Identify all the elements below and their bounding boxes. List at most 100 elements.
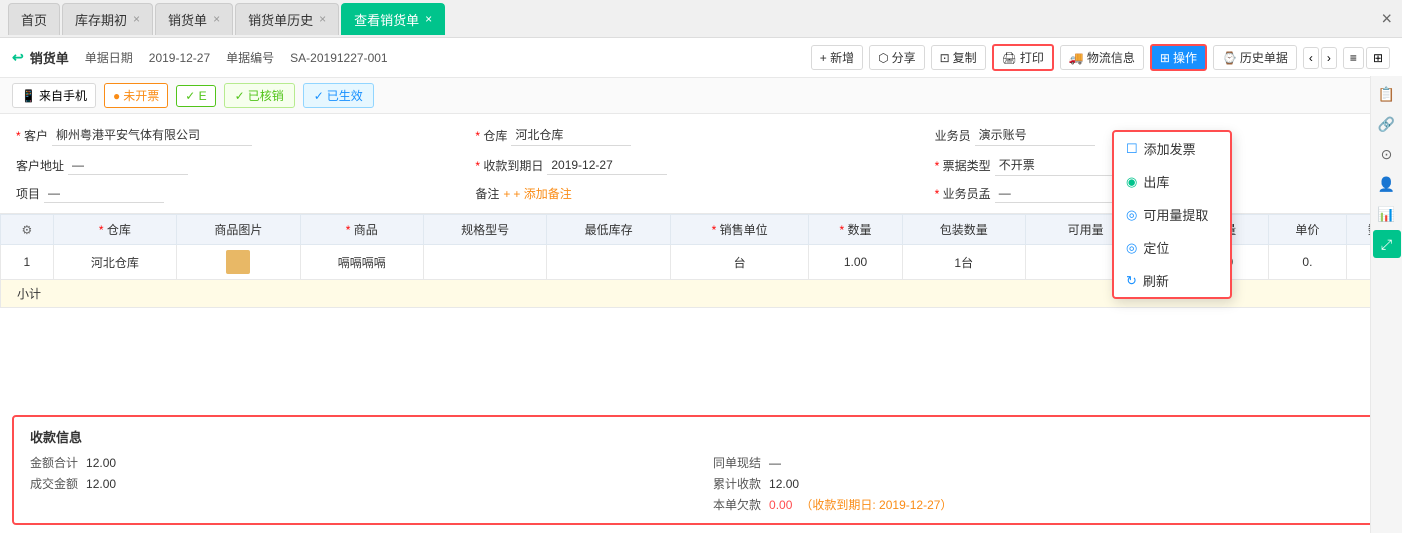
share-button[interactable]: ⬡ 分享	[869, 45, 925, 70]
plus-icon: +	[503, 187, 510, 201]
available-extract-item[interactable]: ◎ 可用量提取	[1114, 198, 1230, 231]
cancel-sale-button[interactable]: ✓ 已核销	[224, 83, 295, 108]
sidebar-icon-link[interactable]: 🔗	[1373, 110, 1401, 138]
col-spec: 规格型号	[423, 215, 546, 245]
col-img: 商品图片	[177, 215, 300, 245]
due-date-value[interactable]: 2019-12-27	[547, 156, 667, 175]
staff2-value[interactable]: —	[995, 184, 1115, 203]
prev-button[interactable]: ‹	[1303, 47, 1319, 69]
cumulative-label: 累计收款	[713, 475, 761, 492]
meta-date-value: 2019-12-27	[149, 51, 210, 65]
row-price: 0.	[1269, 245, 1347, 280]
tab-sales[interactable]: 销货单 ×	[155, 3, 233, 35]
truck-icon: 🚚	[1069, 51, 1084, 65]
due-value: 0.00	[769, 498, 792, 512]
ticket-type-label: 票据类型	[935, 157, 991, 174]
col-unit: 销售单位	[670, 215, 809, 245]
payment-title: 收款信息	[30, 427, 1372, 446]
locate-icon: ◎	[1126, 240, 1137, 256]
tab-sales-history-close[interactable]: ×	[319, 12, 326, 26]
sidebar-icon-chart[interactable]: 📊	[1373, 200, 1401, 228]
list-view-button[interactable]: ≡	[1343, 47, 1364, 69]
customer-value[interactable]: 柳州粤港平安气体有限公司	[52, 124, 252, 146]
project-value[interactable]: —	[44, 184, 164, 203]
warehouse-label: 仓库	[475, 127, 507, 144]
tab-bar: 首页 库存期初 × 销货单 × 销货单历史 × 查看销货单 × ×	[0, 0, 1402, 38]
row-qty: 1.00	[809, 245, 902, 280]
operate-button[interactable]: ⊞ 操作	[1150, 44, 1207, 71]
row-warehouse: 河北仓库	[53, 245, 176, 280]
total-row: 金额合计 12.00	[30, 454, 689, 471]
copy-button[interactable]: ⊡ 复制	[931, 45, 986, 70]
tab-sales-history[interactable]: 销货单历史 ×	[235, 3, 339, 35]
row-img	[177, 245, 300, 280]
due-note: （收款到期日: 2019-12-27）	[800, 496, 952, 513]
invoice-icon: ☐	[1126, 141, 1138, 157]
tab-inventory[interactable]: 库存期初 ×	[62, 3, 153, 35]
nav-arrows: ‹ ›	[1303, 47, 1337, 69]
operate-dropdown: ☐ 添加发票 ◉ 出库 ◎ 可用量提取 ◎ 定位 ↻ 刷新	[1112, 130, 1232, 299]
not-open-button[interactable]: ● 未开票	[104, 83, 168, 108]
print-button[interactable]: 🖨 打印	[992, 44, 1054, 71]
sidebar-icon-circle[interactable]: ⊙	[1373, 140, 1401, 168]
locate-item[interactable]: ◎ 定位	[1114, 231, 1230, 264]
total-label: 金额合计	[30, 454, 78, 471]
phone-icon: 📱	[21, 89, 36, 103]
note-label: 备注	[475, 185, 499, 202]
doc-title: ↩ 销货单	[12, 48, 69, 67]
project-label: 项目	[16, 185, 40, 202]
project-field: 项目 —	[16, 184, 467, 203]
not-open-icon: ●	[113, 89, 120, 103]
history-icon: ⌚	[1222, 51, 1237, 65]
customer-label: 客户	[16, 127, 48, 144]
address-value[interactable]: —	[68, 156, 188, 175]
logistics-button[interactable]: 🚚 物流信息	[1060, 45, 1144, 70]
add-note-button[interactable]: + + 添加备注	[503, 185, 571, 202]
window-close-button[interactable]: ×	[1381, 8, 1392, 29]
gear-icon[interactable]: ⚙	[21, 223, 32, 237]
col-pkg-qty: 包装数量	[902, 215, 1025, 245]
sidebar-icon-expand[interactable]: ⤢	[1373, 230, 1401, 258]
cumulative-row: 累计收款 12.00	[713, 475, 1372, 492]
approve-button[interactable]: ✓ E	[176, 85, 215, 107]
tab-view-sales[interactable]: 查看销货单 ×	[341, 3, 445, 35]
new-button[interactable]: + 新增	[811, 45, 863, 70]
copy-icon: ⊡	[940, 51, 950, 65]
col-min-stock: 最低库存	[547, 215, 670, 245]
address-field: 客户地址 —	[16, 156, 467, 175]
deal-row: 成交金额 12.00	[30, 475, 689, 492]
col-price: 单价	[1269, 215, 1347, 245]
payment-info: 收款信息 金额合计 12.00 成交金额 12.00 同单现结 —	[12, 415, 1390, 525]
from-phone-button[interactable]: 📱 来自手机	[12, 83, 96, 108]
tab-inventory-close[interactable]: ×	[133, 12, 140, 26]
sidebar-icon-doc[interactable]: 📋	[1373, 80, 1401, 108]
note-field: 备注 + + 添加备注	[475, 185, 926, 202]
take-effect-button[interactable]: ✓ 已生效	[303, 83, 374, 108]
due-date-field: 收款到期日 2019-12-27	[475, 156, 926, 175]
outbound-item[interactable]: ◉ 出库	[1114, 165, 1230, 198]
staff2-label: 业务员孟	[935, 185, 991, 202]
total-value: 12.00	[86, 456, 116, 470]
staff-label: 业务员	[935, 127, 971, 144]
row-no: 1	[1, 245, 54, 280]
due-row: 本单欠款 0.00 （收款到期日: 2019-12-27）	[713, 496, 1372, 513]
deal-value: 12.00	[86, 477, 116, 491]
add-invoice-item[interactable]: ☐ 添加发票	[1114, 132, 1230, 165]
doc-actions: + 新增 ⬡ 分享 ⊡ 复制 🖨 打印 🚚 物流信息	[811, 44, 1390, 71]
customer-field: 客户 柳州粤港平安气体有限公司	[16, 124, 467, 146]
cumulative-value: 12.00	[769, 477, 799, 491]
history-button[interactable]: ⌚ 历史单据	[1213, 45, 1297, 70]
share-icon: ⬡	[878, 51, 888, 65]
tab-view-sales-close[interactable]: ×	[425, 12, 432, 26]
sidebar-icon-user[interactable]: 👤	[1373, 170, 1401, 198]
tab-home[interactable]: 首页	[8, 3, 60, 35]
next-button[interactable]: ›	[1321, 47, 1337, 69]
tab-sales-close[interactable]: ×	[213, 12, 220, 26]
payment-grid: 金额合计 12.00 成交金额 12.00 同单现结 — 累计收款	[30, 454, 1372, 513]
warehouse-value[interactable]: 河北仓库	[511, 124, 631, 146]
refresh-item[interactable]: ↻ 刷新	[1114, 264, 1230, 297]
ticket-type-value[interactable]: 不开票	[995, 154, 1115, 176]
staff-value[interactable]: 演示账号	[975, 124, 1095, 146]
col-gear[interactable]: ⚙	[1, 215, 54, 245]
grid-view-button[interactable]: ⊞	[1366, 47, 1390, 69]
